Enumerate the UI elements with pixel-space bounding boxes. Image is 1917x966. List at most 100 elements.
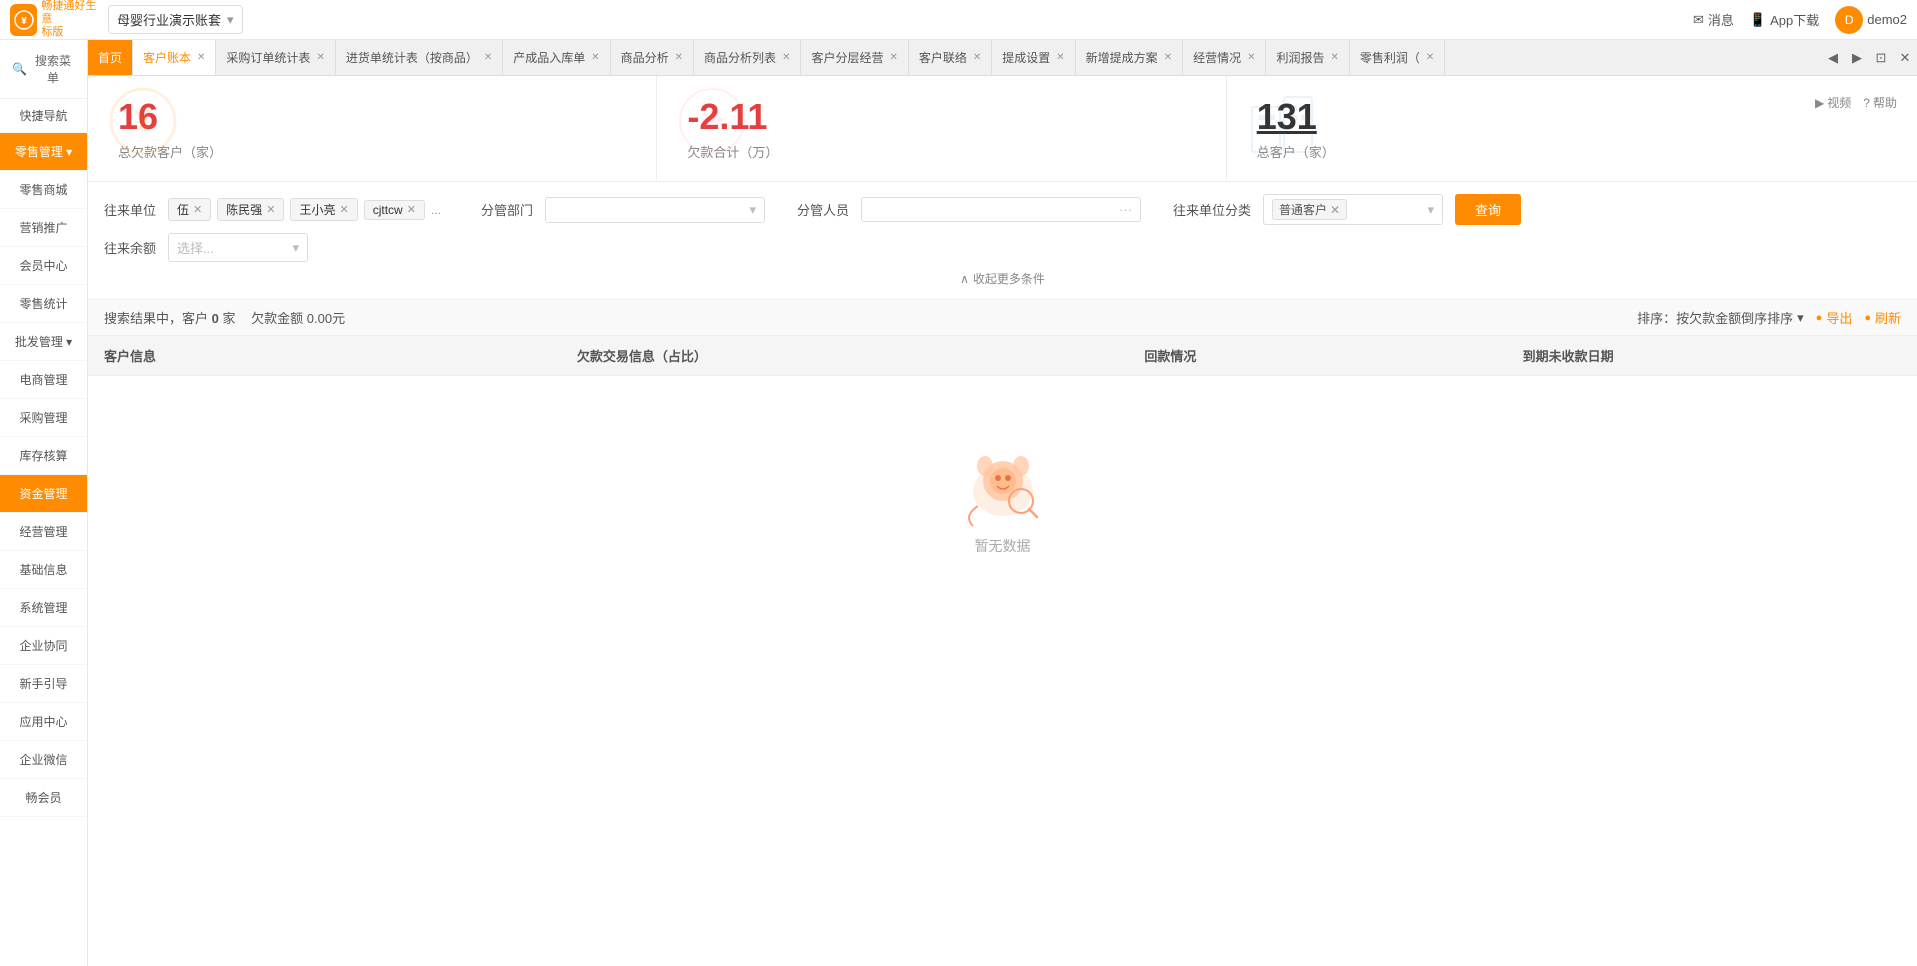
search-menu-button[interactable]: 🔍 搜索菜单 [8,48,79,90]
tab-scroll-left[interactable]: ◀ [1821,40,1845,76]
sidebar-item-wholesale[interactable]: 批发管理 ▾ [0,323,87,361]
remove-tag-4[interactable]: ✕ [407,203,416,216]
sidebar-item-marketing[interactable]: 营销推广 [0,209,87,247]
sidebar-item-basic-info[interactable]: 基础信息 [0,551,87,589]
sidebar-item-finance[interactable]: 资金管理 [0,475,87,513]
tab-customer-account[interactable]: 客户账本 ✕ [133,40,216,76]
close-tab-promotion-settings[interactable]: ✕ [1056,52,1064,63]
tab-close-all-icon[interactable]: ✕ [1893,40,1917,76]
empty-state: 暂无数据 [88,376,1917,616]
collapse-button[interactable]: ∧ 收起更多条件 [104,270,1901,287]
sidebar-item-operations[interactable]: 经营管理 [0,513,87,551]
close-tab-new-promotion-plan[interactable]: ✕ [1164,52,1172,63]
balance-select[interactable]: 选择... ▾ [168,233,308,262]
tab-new-promotion-plan[interactable]: 新增提成方案 ✕ [1076,40,1183,76]
tab-window-icon[interactable]: ⊡ [1869,40,1893,76]
sidebar-item-retail-management[interactable]: 零售管理 ▾ [0,133,87,171]
tab-product-analysis-list[interactable]: 商品分析列表 ✕ [694,40,801,76]
chevron-down-icon: ▾ [227,12,234,28]
help-label: 帮助 [1873,94,1897,111]
tab-purchase-stats-by-product[interactable]: 进货单统计表（按商品） ✕ [336,40,503,76]
close-tab-purchase-order-stats[interactable]: ✕ [316,52,324,63]
sidebar-item-vip-member[interactable]: 畅会员 [0,779,87,817]
app-download-button[interactable]: 📱 App下载 [1750,10,1819,29]
sidebar-item-enterprise-wechat[interactable]: 企业微信 [0,741,87,779]
sidebar-item-members[interactable]: 会员中心 [0,247,87,285]
filter-tag-2: 陈民强 ✕ [217,198,284,221]
chevron-down-icon-dept: ▾ [749,202,756,218]
close-tab-profit-report[interactable]: ✕ [1331,52,1339,63]
table-col-header-3: 回款情况 [1144,346,1522,365]
sidebar-item-new-user[interactable]: 新手引导 [0,665,87,703]
sidebar-item-ecommerce[interactable]: 电商管理 [0,361,87,399]
video-button[interactable]: ▶ 视频 [1815,94,1851,111]
export-label: 导出 [1826,308,1852,327]
tab-retail-profit[interactable]: 零售利润（ ✕ [1350,40,1445,76]
sort-button[interactable]: 排序：按欠款金额倒序排序 ▾ [1637,308,1804,327]
tab-purchase-stats-by-product-label: 进货单统计表（按商品） [346,49,478,66]
close-tab-retail-profit[interactable]: ✕ [1426,52,1434,63]
result-bar-left: 搜索结果中，客户 0 家 欠款金额 0.00元 [104,308,345,327]
svg-text:¥: ¥ [21,16,27,27]
tab-home[interactable]: 首页 [88,40,133,76]
close-tab-product-analysis[interactable]: ✕ [675,52,683,63]
tab-product-analysis-label: 商品分析 [621,49,669,66]
tab-customer-segment[interactable]: 客户分层经营 ✕ [801,40,908,76]
remove-category[interactable]: ✕ [1330,203,1340,217]
tab-product-analysis[interactable]: 商品分析 ✕ [611,40,694,76]
sidebar-item-inventory[interactable]: 库存核算 [0,437,87,475]
tab-profit-report[interactable]: 利润报告 ✕ [1266,40,1349,76]
close-tab-operations-status[interactable]: ✕ [1247,52,1255,63]
filter-area: 往来单位 伍 ✕ 陈民强 ✕ 王小亮 [88,182,1917,300]
sidebar-item-enterprise-collab[interactable]: 企业协同 [0,627,87,665]
logo-area: ¥ 畅捷通好生意 标版 [10,0,98,39]
store-selector-area: 母婴行业演示账套 ▾ [98,5,1693,34]
close-tab-customer-segment[interactable]: ✕ [889,52,897,63]
remove-tag-3[interactable]: ✕ [340,203,349,216]
quick-nav-button[interactable]: 快捷导航 [0,99,87,133]
more-icon-person: ··· [1119,202,1132,217]
dept-label: 分管部门 [481,200,533,219]
filter-row-1: 往来单位 伍 ✕ 陈民强 ✕ 王小亮 [104,194,1901,225]
query-button[interactable]: 查询 [1455,194,1521,225]
close-tab-customer-contact[interactable]: ✕ [973,52,981,63]
tab-promotion-settings[interactable]: 提成设置 ✕ [992,40,1075,76]
collapse-label: 收起更多条件 [973,270,1045,287]
tab-customer-contact[interactable]: 客户联络 ✕ [909,40,992,76]
store-selector[interactable]: 母婴行业演示账套 ▾ [108,5,243,34]
sidebar-item-app-center[interactable]: 应用中心 [0,703,87,741]
help-button[interactable]: ? 帮助 [1863,94,1897,111]
tab-product-entry[interactable]: 产成品入库单 ✕ [503,40,610,76]
message-button[interactable]: ✉ 消息 [1693,10,1734,29]
tab-customer-account-label: 客户账本 [143,49,191,66]
sidebar-item-purchase[interactable]: 采购管理 [0,399,87,437]
export-button[interactable]: ● 导出 [1816,308,1853,327]
sidebar-item-system[interactable]: 系统管理 [0,589,87,627]
tab-purchase-order-stats[interactable]: 采购订单统计表 ✕ [216,40,335,76]
remove-tag-1[interactable]: ✕ [193,203,202,216]
refresh-label: 刷新 [1875,308,1901,327]
close-tab-purchase-stats-by-product[interactable]: ✕ [484,52,492,63]
close-tab-product-analysis-list[interactable]: ✕ [782,52,790,63]
tab-operations-status[interactable]: 经营情况 ✕ [1183,40,1266,76]
play-icon: ▶ [1815,96,1824,110]
tab-profit-report-label: 利润报告 [1276,49,1324,66]
message-label: 消息 [1708,10,1734,29]
unit-category-label: 往来单位分类 [1173,200,1251,219]
remove-tag-2[interactable]: ✕ [266,203,275,216]
user-profile[interactable]: D demo2 [1835,6,1907,34]
video-label: 视频 [1827,94,1851,111]
dept-select[interactable]: ▾ [545,197,765,223]
unit-category-select[interactable]: 普通客户 ✕ ▾ [1263,194,1443,225]
tab-scroll-right[interactable]: ▶ [1845,40,1869,76]
close-tab-customer-account[interactable]: ✕ [197,52,205,63]
stat-card-debt-total: ❋ -2.11 欠款合计（万） [657,76,1226,181]
close-tab-product-entry[interactable]: ✕ [591,52,599,63]
person-select[interactable]: ··· [861,197,1141,222]
svg-text:¥: ¥ [134,103,152,139]
refresh-button[interactable]: ● 刷新 [1864,308,1901,327]
filter-more[interactable]: ... [431,203,441,217]
sidebar-item-retail-mall[interactable]: 零售商城 [0,171,87,209]
sidebar-item-retail-stats[interactable]: 零售统计 [0,285,87,323]
result-bar-right: 排序：按欠款金额倒序排序 ▾ ● 导出 ● 刷新 [1637,308,1901,327]
